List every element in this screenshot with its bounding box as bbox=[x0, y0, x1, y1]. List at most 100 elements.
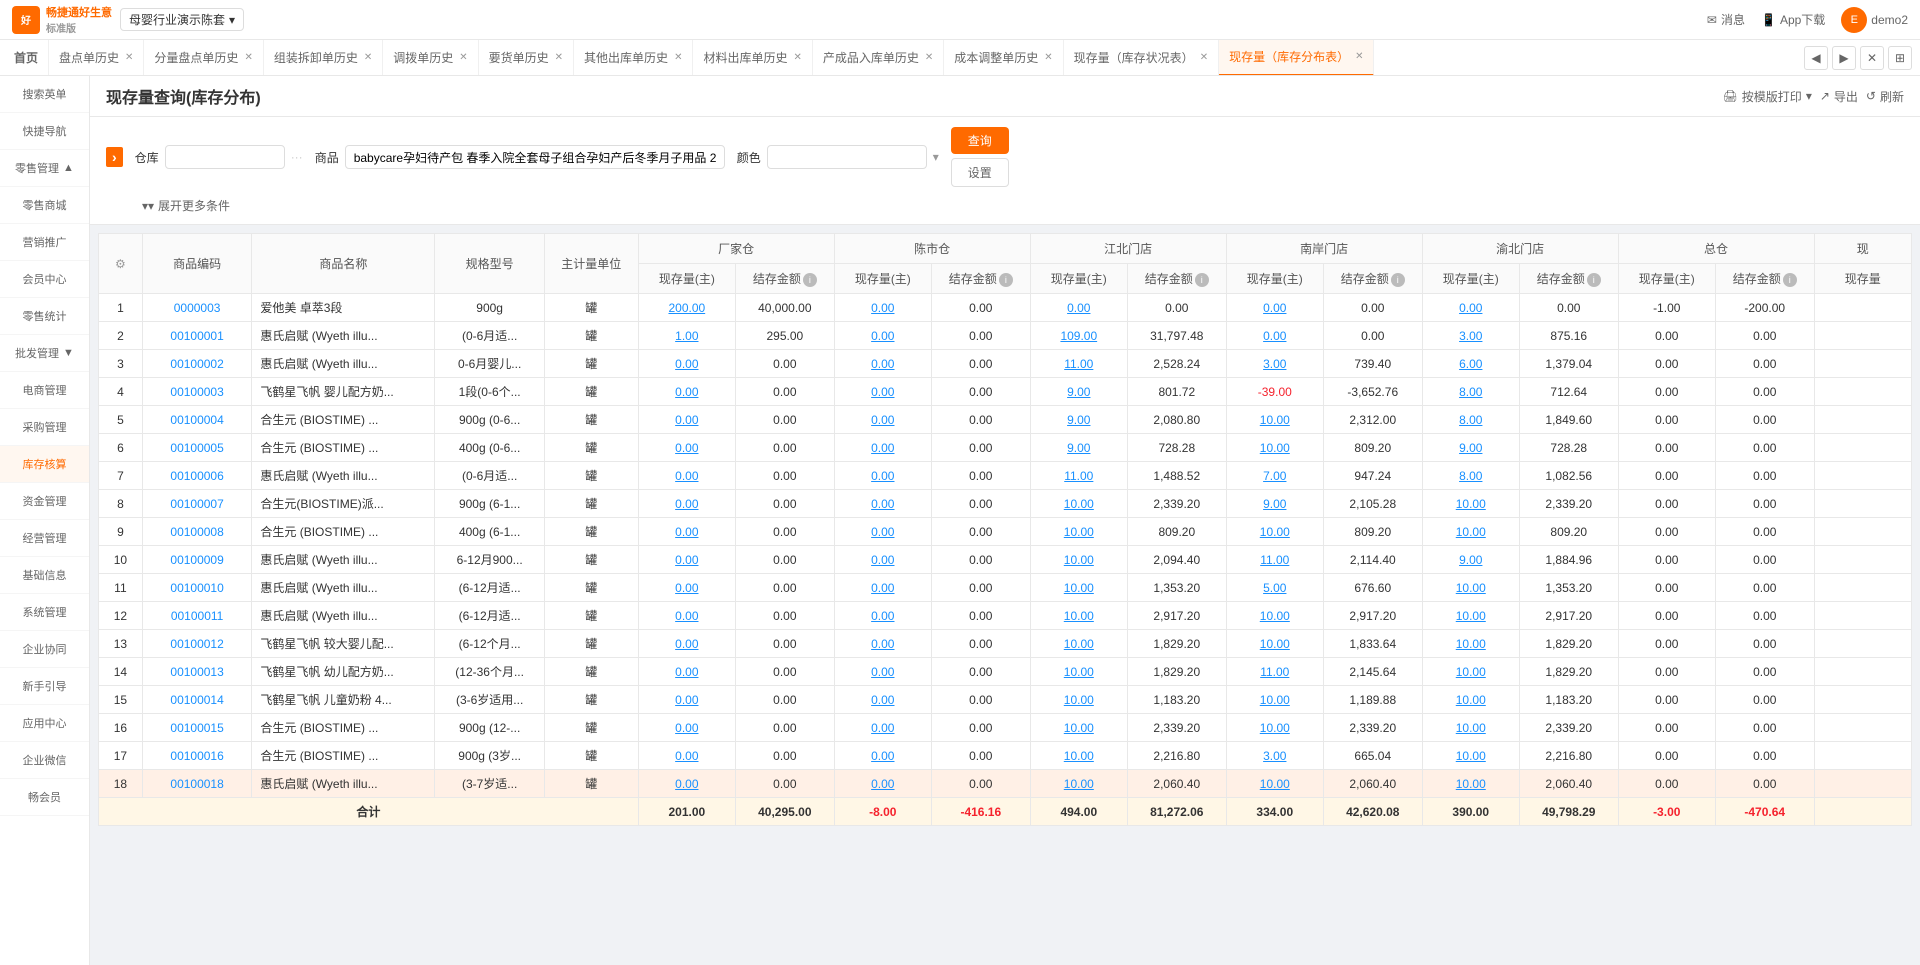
close-icon[interactable]: ✕ bbox=[125, 52, 133, 63]
cell-jb-qty: 9.00 bbox=[1030, 378, 1127, 406]
sidebar-item-nav[interactable]: 快捷导航 bbox=[0, 113, 89, 150]
info-icon[interactable]: i bbox=[1195, 273, 1209, 287]
close-icon[interactable]: ✕ bbox=[674, 52, 682, 63]
setting-button[interactable]: 设置 bbox=[951, 158, 1009, 187]
sidebar-item-inventory[interactable]: 库存核算 bbox=[0, 446, 89, 483]
tab-fenpandian[interactable]: 分量盘点单历史 ✕ bbox=[144, 40, 263, 76]
cell-jb-amt: 2,917.20 bbox=[1127, 602, 1226, 630]
cell-yb-qty: 9.00 bbox=[1422, 434, 1519, 462]
tab-next-btn[interactable]: ▶ bbox=[1832, 46, 1856, 70]
sidebar-item-member[interactable]: 会员中心 bbox=[0, 261, 89, 298]
product-input[interactable] bbox=[345, 145, 725, 169]
collapse-btn[interactable]: › bbox=[106, 147, 123, 167]
cell-name: 合生元 (BIOSTIME) ... bbox=[252, 714, 435, 742]
cell-name: 合生元 (BIOSTIME) ... bbox=[252, 434, 435, 462]
tab-xiancun-dist[interactable]: 现存量（库存分布表） ✕ bbox=[1219, 40, 1374, 76]
warehouse-input[interactable] bbox=[165, 145, 285, 169]
summary-jb-qty: 494.00 bbox=[1030, 798, 1127, 826]
cell-factory-qty: 0.00 bbox=[638, 490, 735, 518]
sidebar-item-finance[interactable]: 资金管理 bbox=[0, 483, 89, 520]
sidebar-item-guide[interactable]: 新手引导 bbox=[0, 668, 89, 705]
sidebar-item-marketing[interactable]: 营销推广 bbox=[0, 224, 89, 261]
cell-factory-amt: 0.00 bbox=[736, 378, 835, 406]
sidebar-item-retail-mgmt[interactable]: 零售管理 ▲ bbox=[0, 150, 89, 187]
tab-expand-btn[interactable]: ⊞ bbox=[1888, 46, 1912, 70]
info-icon[interactable]: i bbox=[1783, 273, 1797, 287]
tab-cailiao[interactable]: 材料出库单历史 ✕ bbox=[693, 40, 812, 76]
cell-code: 00100003 bbox=[142, 378, 252, 406]
avatar: E bbox=[1841, 7, 1867, 33]
sidebar-item-search[interactable]: 搜索英单 bbox=[0, 76, 89, 113]
export-btn[interactable]: ↗ 导出 bbox=[1820, 88, 1858, 105]
tab-xiancun-status[interactable]: 现存量（库存状况表） ✕ bbox=[1064, 40, 1219, 76]
close-icon[interactable]: ✕ bbox=[925, 52, 933, 63]
tab-diaopo[interactable]: 调拨单历史 ✕ bbox=[383, 40, 478, 76]
cell-total-qty: 0.00 bbox=[1618, 546, 1715, 574]
close-icon[interactable]: ✕ bbox=[364, 52, 372, 63]
tab-close-current-btn[interactable]: ✕ bbox=[1860, 46, 1884, 70]
sidebar-item-purchase[interactable]: 采购管理 bbox=[0, 409, 89, 446]
cell-total-qty: 0.00 bbox=[1618, 462, 1715, 490]
tab-chengpin[interactable]: 产成品入库单历史 ✕ bbox=[813, 40, 944, 76]
sidebar-item-operations[interactable]: 经营管理 bbox=[0, 520, 89, 557]
sidebar-item-retail-mall[interactable]: 零售商城 bbox=[0, 187, 89, 224]
sidebar-item-wholesale[interactable]: 批发管理 ▼ bbox=[0, 335, 89, 372]
tab-qitachuku[interactable]: 其他出库单历史 ✕ bbox=[574, 40, 693, 76]
app-download-btn[interactable]: 📱 App下载 bbox=[1761, 11, 1825, 28]
tab-pandian[interactable]: 盘点单历史 ✕ bbox=[49, 40, 144, 76]
close-icon[interactable]: ✕ bbox=[1200, 52, 1208, 63]
messages-btn[interactable]: ✉ 消息 bbox=[1707, 11, 1745, 28]
close-icon[interactable]: ✕ bbox=[1044, 52, 1052, 63]
sidebar-item-system[interactable]: 系统管理 bbox=[0, 594, 89, 631]
cell-name: 飞鹤星飞帆 较大婴儿配... bbox=[252, 630, 435, 658]
table-row: 4 00100003 飞鹤星飞帆 婴儿配方奶... 1段(0-6个... 罐 0… bbox=[99, 378, 1912, 406]
close-icon[interactable]: ✕ bbox=[459, 52, 467, 63]
sidebar-item-retail-stats[interactable]: 零售统计 bbox=[0, 298, 89, 335]
close-icon[interactable]: ✕ bbox=[555, 52, 563, 63]
sidebar-item-appcenter[interactable]: 应用中心 bbox=[0, 705, 89, 742]
chevron-down-icon[interactable]: ▾ bbox=[933, 150, 939, 164]
expand-btn[interactable]: ▾▾ 展开更多条件 bbox=[142, 197, 230, 214]
industry-dropdown[interactable]: 母婴行业演示陈套 ▾ bbox=[120, 8, 244, 31]
tab-home[interactable]: 首页 bbox=[4, 40, 49, 76]
summary-total-qty: -3.00 bbox=[1618, 798, 1715, 826]
cell-yb-qty: 10.00 bbox=[1422, 630, 1519, 658]
user-area[interactable]: E demo2 bbox=[1841, 7, 1908, 33]
cell-index: 7 bbox=[99, 462, 143, 490]
print-btn[interactable]: 🖨 按模版打印 ▾ bbox=[1723, 88, 1812, 105]
cell-chen-amt: 0.00 bbox=[932, 462, 1031, 490]
tab-yaohuo[interactable]: 要货单历史 ✕ bbox=[479, 40, 574, 76]
cell-total-amt: 0.00 bbox=[1715, 322, 1814, 350]
close-icon[interactable]: ✕ bbox=[244, 52, 252, 63]
color-input[interactable] bbox=[767, 145, 927, 169]
tab-zuhe[interactable]: 组装拆卸单历史 ✕ bbox=[264, 40, 383, 76]
summary-label: 合计 bbox=[99, 798, 639, 826]
cell-yb-amt: 1,884.96 bbox=[1519, 546, 1618, 574]
cell-chen-amt: 0.00 bbox=[932, 294, 1031, 322]
cell-index: 14 bbox=[99, 658, 143, 686]
cell-name: 飞鹤星飞帆 幼儿配方奶... bbox=[252, 658, 435, 686]
info-icon[interactable]: i bbox=[1391, 273, 1405, 287]
sidebar-item-enterprise[interactable]: 企业协同 bbox=[0, 631, 89, 668]
sidebar-item-wechat[interactable]: 企业微信 bbox=[0, 742, 89, 779]
cell-chen-amt: 0.00 bbox=[932, 658, 1031, 686]
cell-jb-qty: 10.00 bbox=[1030, 714, 1127, 742]
info-icon[interactable]: i bbox=[999, 273, 1013, 287]
query-button[interactable]: 查询 bbox=[951, 127, 1009, 154]
info-icon[interactable]: i bbox=[803, 273, 817, 287]
warehouse-dots[interactable]: ··· bbox=[291, 150, 303, 164]
cell-total-qty: 0.00 bbox=[1618, 742, 1715, 770]
cell-spec: 400g (6-1... bbox=[435, 518, 545, 546]
info-icon[interactable]: i bbox=[1587, 273, 1601, 287]
sidebar-item-ecommerce[interactable]: 电商管理 bbox=[0, 372, 89, 409]
cell-jb-qty: 11.00 bbox=[1030, 462, 1127, 490]
sidebar-item-basic-info[interactable]: 基础信息 bbox=[0, 557, 89, 594]
sidebar-item-member2[interactable]: 畅会员 bbox=[0, 779, 89, 816]
tab-prev-btn[interactable]: ◀ bbox=[1804, 46, 1828, 70]
refresh-btn[interactable]: ↺ 刷新 bbox=[1866, 88, 1904, 105]
close-icon[interactable]: ✕ bbox=[1355, 51, 1363, 62]
cell-factory-amt: 40,000.00 bbox=[736, 294, 835, 322]
settings-icon[interactable]: ⚙ bbox=[111, 255, 129, 273]
tab-chenben[interactable]: 成本调整单历史 ✕ bbox=[944, 40, 1063, 76]
close-icon[interactable]: ✕ bbox=[793, 52, 801, 63]
